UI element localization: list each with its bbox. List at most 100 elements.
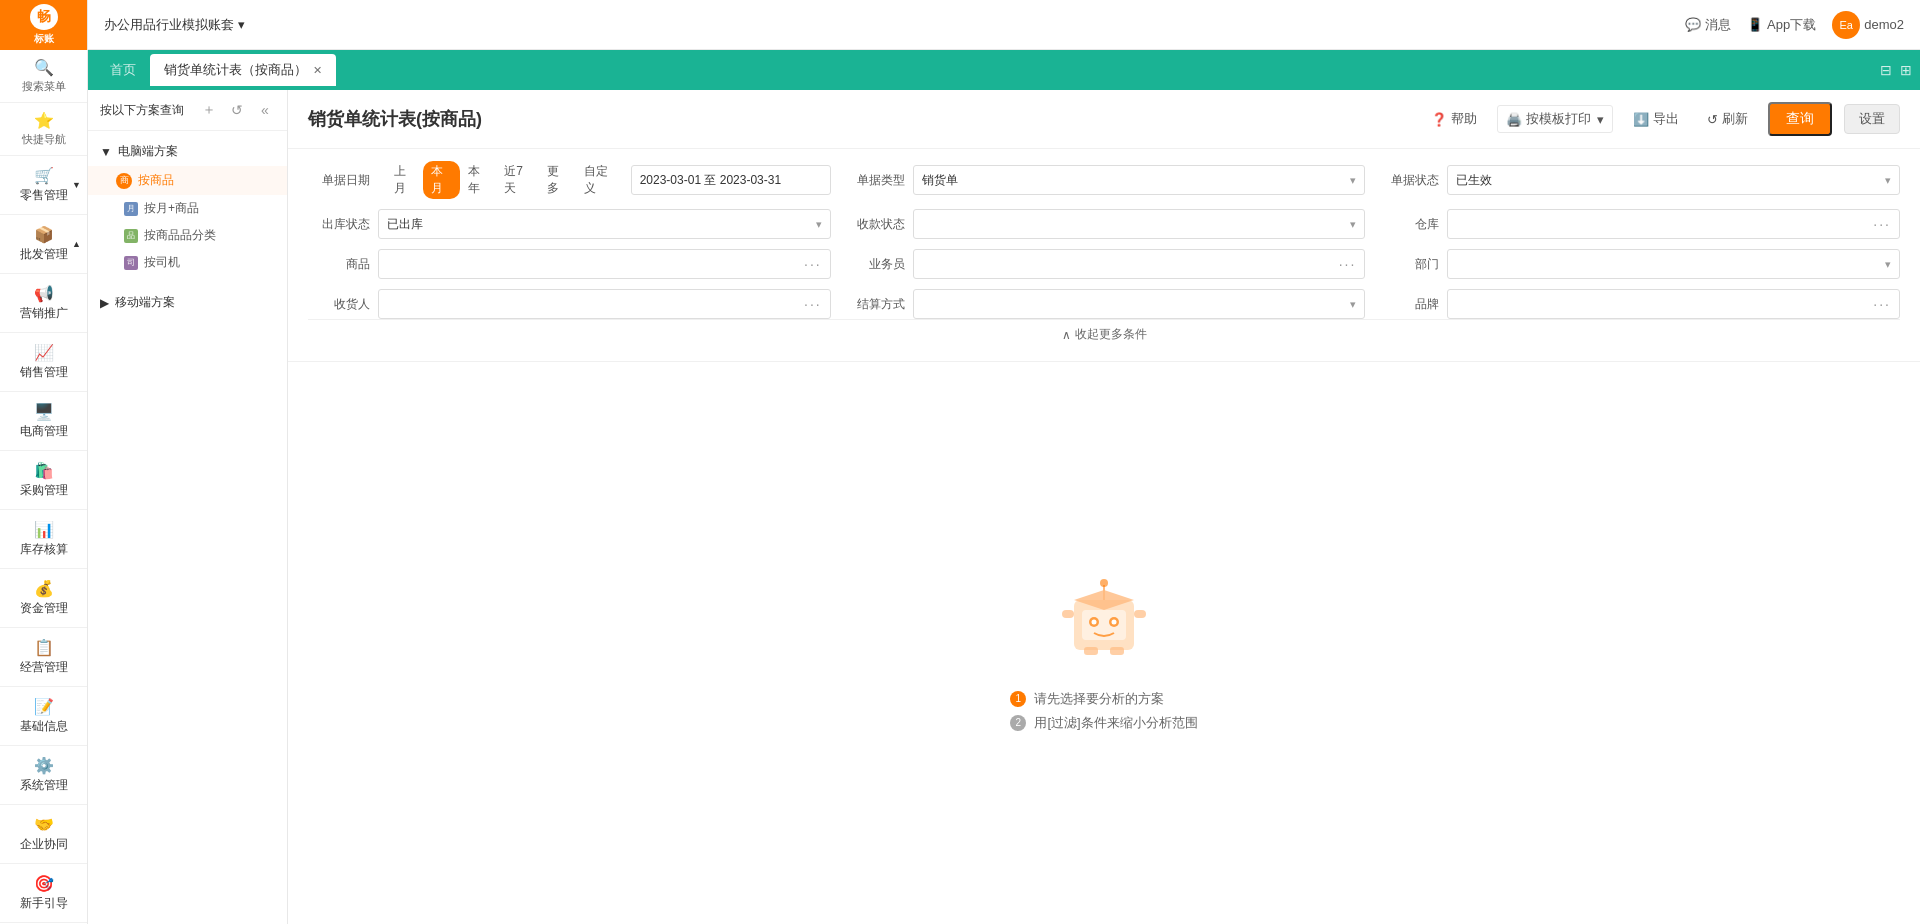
date-range-input[interactable]: 2023-03-01 至 2023-03-31	[631, 165, 831, 195]
scheme-item-by-category[interactable]: 品 按商品品分类	[88, 222, 287, 249]
scheme-group-mobile[interactable]: ▶ 移动端方案	[88, 288, 287, 317]
collapse-icon: ∧	[1062, 328, 1071, 342]
query-button[interactable]: 查询	[1768, 102, 1832, 136]
date-tab-this-year[interactable]: 本年	[460, 161, 497, 199]
enterprise-coop-icon: 🤝	[34, 815, 54, 834]
date-tab-more[interactable]: 更多	[539, 161, 576, 199]
ecommerce-icon: 🖥️	[34, 402, 54, 421]
collapse-filters-button[interactable]: ∧ 收起更多条件	[308, 319, 1900, 349]
sidebar-item-sales[interactable]: 📈 销售管理	[0, 333, 87, 392]
help-button[interactable]: ❓ 帮助	[1423, 106, 1485, 132]
scheme-label-product: 按商品	[138, 172, 174, 189]
system-icon: ⚙️	[34, 756, 54, 775]
salesman-input[interactable]: ···	[913, 249, 1366, 279]
collapse-panel-button[interactable]: «	[255, 100, 275, 120]
print-dropdown-icon: ▾	[1597, 112, 1604, 127]
export-button[interactable]: ⬇️ 导出	[1625, 106, 1687, 132]
bill-type-arrow: ▾	[1350, 174, 1356, 187]
app-download-button[interactable]: 📱 App下载	[1747, 16, 1816, 34]
warehouse-input[interactable]: ···	[1447, 209, 1900, 239]
sidebar-item-enterprise-coop[interactable]: 🤝 企业协同	[0, 805, 87, 864]
svg-point-5	[1092, 619, 1097, 624]
settings-button[interactable]: 设置	[1844, 104, 1900, 134]
empty-svg-icon	[1044, 555, 1164, 675]
account-dropdown[interactable]: 办公用品行业模拟账套 ▾	[104, 16, 245, 34]
empty-tip-1: 1 请先选择要分析的方案	[1010, 690, 1197, 708]
username: demo2	[1864, 17, 1904, 32]
sidebar-item-system[interactable]: ⚙️ 系统管理	[0, 746, 87, 805]
scheme-item-by-product[interactable]: 商 按商品	[88, 166, 287, 195]
window-maximize-icon[interactable]: ⊞	[1900, 62, 1912, 78]
date-tab-7days[interactable]: 近7天	[496, 161, 539, 199]
sidebar-item-operations[interactable]: 📋 经营管理	[0, 628, 87, 687]
sidebar-item-new-guide[interactable]: 🎯 新手引导	[0, 864, 87, 923]
svg-rect-11	[1084, 647, 1098, 655]
header-right: 💬 消息 📱 App下载 Ea demo2	[1685, 11, 1904, 39]
tab-home[interactable]: 首页	[96, 54, 150, 86]
department-select[interactable]: ▾	[1447, 249, 1900, 279]
tab-sales-stat[interactable]: 销货单统计表（按商品） ✕	[150, 54, 336, 86]
filter-row-2: 出库状态 已出库 ▾ 收款状态 ▾ 仓库	[308, 209, 1900, 239]
product-input[interactable]: ···	[378, 249, 831, 279]
sidebar-item-ecommerce[interactable]: 🖥️ 电商管理	[0, 392, 87, 451]
sidebar-item-marketing[interactable]: 📢 营销推广	[0, 274, 87, 333]
date-tab-this-month[interactable]: 本月	[423, 161, 460, 199]
recipient-input[interactable]: ···	[378, 289, 831, 319]
refresh-scheme-button[interactable]: ↺	[227, 100, 247, 120]
bill-type-select[interactable]: 销货单 ▾	[913, 165, 1366, 195]
sidebar-item-finance[interactable]: 💰 资金管理	[0, 569, 87, 628]
scheme-label-driver: 按司机	[144, 254, 180, 271]
header-left: 办公用品行业模拟账套 ▾	[104, 16, 245, 34]
scheme-label-month: 按月+商品	[144, 200, 199, 217]
bill-status-select[interactable]: 已生效 ▾	[1447, 165, 1900, 195]
account-name: 办公用品行业模拟账套	[104, 16, 234, 34]
date-tab-last-month[interactable]: 上月	[386, 161, 423, 199]
phone-icon: 📱	[1747, 17, 1763, 32]
sidebar-item-basic-info[interactable]: 📝 基础信息	[0, 687, 87, 746]
group-label-mobile: 移动端方案	[115, 294, 175, 311]
tab-close-icon[interactable]: ✕	[313, 64, 322, 77]
brand-input[interactable]: ···	[1447, 289, 1900, 319]
sidebar-item-purchase[interactable]: 🛍️ 采购管理	[0, 451, 87, 510]
svg-point-8	[1100, 579, 1108, 587]
group-label: 电脑端方案	[118, 143, 178, 160]
settlement-label: 结算方式	[843, 296, 913, 313]
tip-num-1: 1	[1010, 691, 1026, 707]
scheme-icon-category: 品	[124, 229, 138, 243]
message-button[interactable]: 💬 消息	[1685, 16, 1731, 34]
date-tab-custom[interactable]: 自定义	[576, 161, 623, 199]
sidebar-item-quick-nav[interactable]: ⭐ 快捷导航	[0, 103, 87, 156]
settlement-select[interactable]: ▾	[913, 289, 1366, 319]
scheme-icon-driver: 司	[124, 256, 138, 270]
payment-status-select[interactable]: ▾	[913, 209, 1366, 239]
scheme-group-desktop[interactable]: ▼ 电脑端方案	[88, 137, 287, 166]
scheme-header-label: 按以下方案查询	[100, 102, 191, 119]
empty-tips: 1 请先选择要分析的方案 2 用[过滤]条件来缩小分析范围	[1010, 690, 1197, 732]
sidebar: 畅 标账 🔍 搜索菜单 ⭐ 快捷导航 🛒 零售管理 ▼ 📦 批发管理 ▲ 📢 营…	[0, 0, 88, 924]
wholesale-icon: 📦	[34, 225, 54, 244]
user-profile[interactable]: Ea demo2	[1832, 11, 1904, 39]
filter-area: 单据日期 上月 本月 本年 近7天 更多 自定义 2023-03-01 至 20…	[288, 149, 1920, 362]
sidebar-item-retail[interactable]: 🛒 零售管理 ▼	[0, 156, 87, 215]
out-status-label: 出库状态	[308, 216, 378, 233]
sidebar-item-search[interactable]: 🔍 搜索菜单	[0, 50, 87, 103]
out-status-select[interactable]: 已出库 ▾	[378, 209, 831, 239]
salesman-label: 业务员	[843, 256, 913, 273]
left-panel-header: 按以下方案查询 ＋ ↺ «	[88, 90, 287, 131]
wholesale-expand-arrow: ▲	[72, 239, 81, 249]
sidebar-item-wholesale[interactable]: 📦 批发管理 ▲	[0, 215, 87, 274]
top-header: 办公用品行业模拟账套 ▾ 💬 消息 📱 App下载 Ea demo2	[88, 0, 1920, 50]
scheme-item-by-month-product[interactable]: 月 按月+商品	[88, 195, 287, 222]
add-scheme-button[interactable]: ＋	[199, 100, 219, 120]
scheme-item-by-driver[interactable]: 司 按司机	[88, 249, 287, 276]
refresh-button[interactable]: ↺ 刷新	[1699, 106, 1756, 132]
scheme-section-mobile: ▶ 移动端方案	[88, 282, 287, 323]
left-panel: 按以下方案查询 ＋ ↺ « ▼ 电脑端方案 商 按商品 月 按月+商品	[88, 90, 288, 924]
department-label: 部门	[1377, 256, 1447, 273]
avatar: Ea	[1832, 11, 1860, 39]
sidebar-item-inventory[interactable]: 📊 库存核算	[0, 510, 87, 569]
template-print-button[interactable]: 🖨️ 按模板打印 ▾	[1497, 105, 1613, 133]
main-area: 办公用品行业模拟账套 ▾ 💬 消息 📱 App下载 Ea demo2 首页	[88, 0, 1920, 924]
retail-icon: 🛒	[34, 166, 54, 185]
window-minimize-icon[interactable]: ⊟	[1880, 62, 1892, 78]
